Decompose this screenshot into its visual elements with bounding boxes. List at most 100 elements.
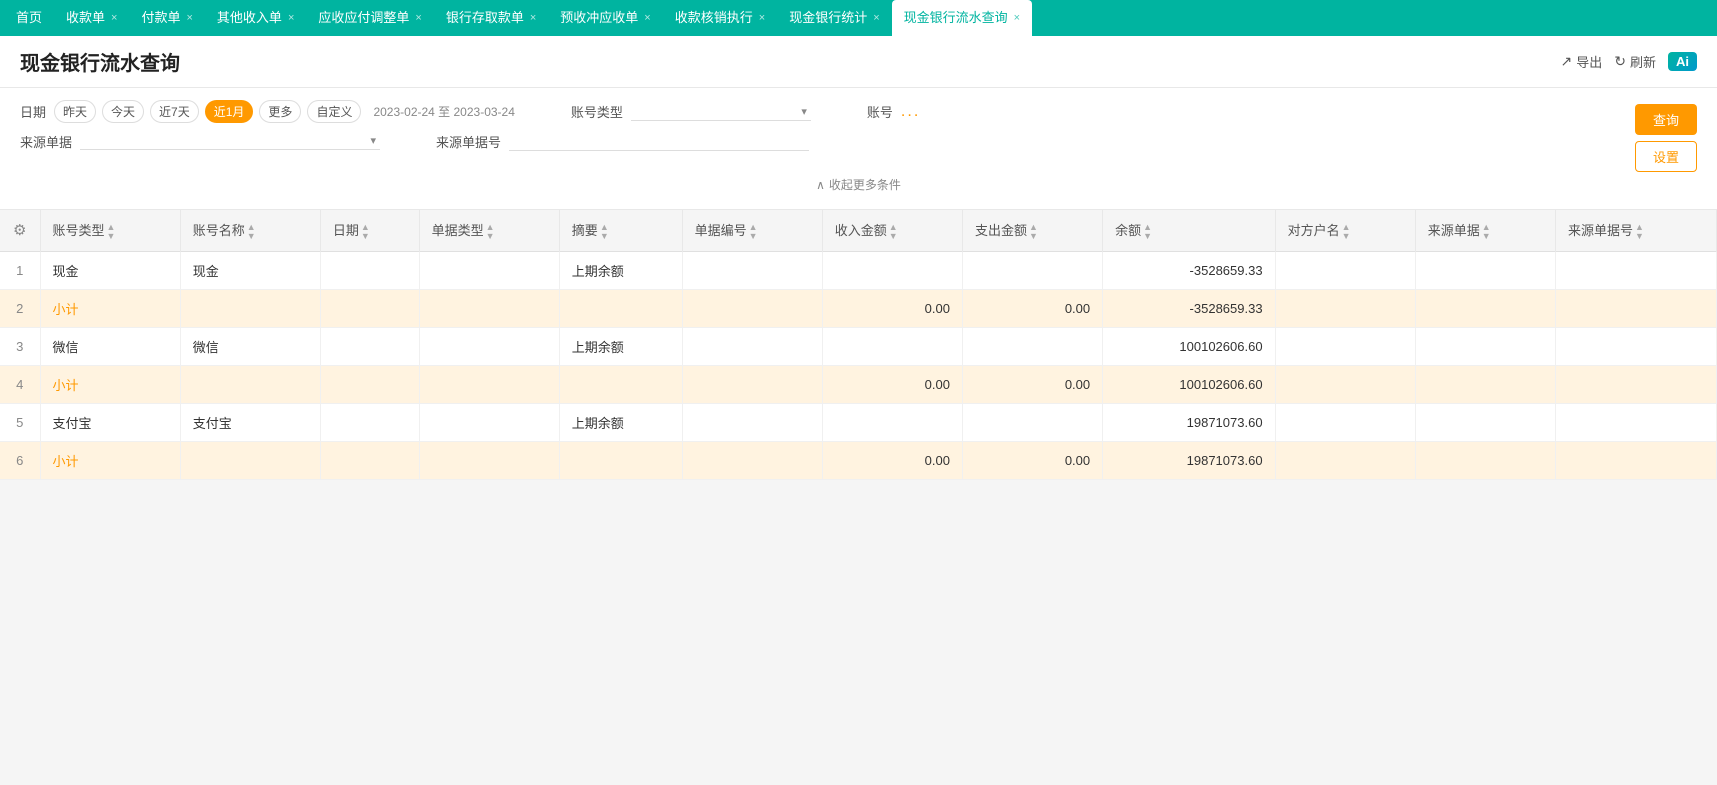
th-account-name[interactable]: 账号名称▲▼ (180, 210, 320, 251)
date-range: 2023-02-24 至 2023-03-24 (373, 103, 514, 120)
table-cell (320, 441, 419, 479)
right-buttons: 查询 设置 (1635, 100, 1697, 172)
table-cell (180, 441, 320, 479)
data-table: ⚙ 账号类型▲▼ 账号名称▲▼ 日期▲▼ 单据类型▲▼ 摘要▲▼ (0, 210, 1717, 480)
account-type-group: 账号类型 ▾ (571, 102, 811, 121)
date-more[interactable]: 更多 (259, 100, 301, 123)
table-cell (320, 289, 419, 327)
collapse-bar[interactable]: ∧ 收起更多条件 (20, 172, 1697, 201)
close-icon[interactable]: × (415, 0, 421, 36)
collapse-icon: ∧ (816, 178, 825, 192)
table-row: 6小计0.000.0019871073.60 (0, 441, 1717, 479)
table-row: 5支付宝支付宝上期余额19871073.60 (0, 403, 1717, 441)
th-doc-type[interactable]: 单据类型▲▼ (419, 210, 559, 251)
table-cell: 0.00 (962, 441, 1102, 479)
table-cell (419, 327, 559, 365)
table-cell (1275, 289, 1415, 327)
table-cell (1415, 365, 1555, 403)
date-today[interactable]: 今天 (102, 100, 144, 123)
table-cell: 上期余额 (559, 403, 682, 441)
table-cell: 19871073.60 (1103, 441, 1275, 479)
nav-home[interactable]: 首页 (4, 0, 54, 36)
account-group: 账号 ... (867, 102, 920, 121)
close-icon[interactable]: × (530, 0, 536, 36)
table-cell: 支付宝 (40, 403, 180, 441)
nav-payment[interactable]: 付款单 × (129, 0, 204, 36)
table-cell (1275, 251, 1415, 289)
chevron-down-icon: ▾ (370, 134, 376, 147)
th-doc-no[interactable]: 单据编号▲▼ (682, 210, 822, 251)
nav-prepay[interactable]: 预收冲应收单 × (548, 0, 662, 36)
table-cell (682, 251, 822, 289)
sort-icon: ▲▼ (1635, 223, 1644, 241)
close-icon[interactable]: × (873, 0, 879, 36)
table-cell: 0.00 (822, 289, 962, 327)
table-cell (1415, 251, 1555, 289)
sort-icon: ▲▼ (1143, 223, 1152, 241)
table-cell (1555, 365, 1716, 403)
sort-icon: ▲▼ (107, 223, 116, 241)
close-icon[interactable]: × (111, 0, 117, 36)
filter-row-2: 来源单据 ▾ 来源单据号 (20, 131, 1635, 151)
th-income[interactable]: 收入金额▲▼ (822, 210, 962, 251)
th-date[interactable]: 日期▲▼ (320, 210, 419, 251)
account-type-label: 账号类型 (571, 102, 623, 121)
nav-adjustment[interactable]: 应收应付调整单 × (306, 0, 433, 36)
th-account-type[interactable]: 账号类型▲▼ (40, 210, 180, 251)
sort-icon: ▲▼ (486, 223, 495, 241)
nav-other-income[interactable]: 其他收入单 × (205, 0, 306, 36)
th-summary[interactable]: 摘要▲▼ (559, 210, 682, 251)
nav-verify[interactable]: 收款核销执行 × (663, 0, 777, 36)
date-yesterday[interactable]: 昨天 (54, 100, 96, 123)
th-expense[interactable]: 支出金额▲▼ (962, 210, 1102, 251)
date-7days[interactable]: 近7天 (150, 100, 199, 123)
th-balance[interactable]: 余额▲▼ (1103, 210, 1275, 251)
dots-button[interactable]: ... (901, 103, 920, 121)
table-cell (1555, 327, 1716, 365)
filter-area: 日期 昨天 今天 近7天 近1月 更多 自定义 2023-02-24 至 202… (0, 88, 1717, 210)
table-cell (1555, 289, 1716, 327)
export-button[interactable]: ↗ 导出 (1561, 52, 1603, 71)
chevron-down-icon: ▾ (801, 105, 807, 118)
refresh-button[interactable]: ↻ 刷新 (1614, 52, 1656, 71)
sort-icon: ▲▼ (600, 223, 609, 241)
account-type-select[interactable]: ▾ (631, 103, 811, 121)
th-source-doc-no[interactable]: 来源单据号▲▼ (1555, 210, 1716, 251)
date-options: 昨天 今天 近7天 近1月 更多 自定义 (54, 100, 361, 123)
query-button[interactable]: 查询 (1635, 104, 1697, 135)
refresh-icon: ↻ (1614, 53, 1626, 70)
ai-badge[interactable]: Ai (1668, 52, 1697, 71)
close-icon[interactable]: × (288, 0, 294, 36)
table-cell: 微信 (40, 327, 180, 365)
settings-button[interactable]: 设置 (1635, 141, 1697, 172)
table-cell (419, 365, 559, 403)
table-cell (559, 365, 682, 403)
close-icon[interactable]: × (644, 0, 650, 36)
table-cell (320, 365, 419, 403)
table-cell: 1 (0, 251, 40, 289)
close-icon[interactable]: × (186, 0, 192, 36)
source-doc-select[interactable]: ▾ (80, 132, 380, 150)
gear-icon[interactable]: ⚙ (13, 222, 26, 239)
close-icon[interactable]: × (759, 0, 765, 36)
date-1month[interactable]: 近1月 (205, 100, 254, 123)
th-gear[interactable]: ⚙ (0, 210, 40, 251)
nav-stats[interactable]: 现金银行统计 × (777, 0, 891, 36)
nav-bank-deposit[interactable]: 银行存取款单 × (434, 0, 548, 36)
table-header-row: ⚙ 账号类型▲▼ 账号名称▲▼ 日期▲▼ 单据类型▲▼ 摘要▲▼ (0, 210, 1717, 251)
th-source-doc[interactable]: 来源单据▲▼ (1415, 210, 1555, 251)
th-counterpart[interactable]: 对方户名▲▼ (1275, 210, 1415, 251)
date-filter-group: 日期 昨天 今天 近7天 近1月 更多 自定义 2023-02-24 至 202… (20, 100, 515, 123)
table-cell (180, 365, 320, 403)
source-doc-no-input[interactable] (509, 131, 809, 151)
table-cell: 微信 (180, 327, 320, 365)
close-icon[interactable]: × (1014, 0, 1020, 36)
table-row: 3微信微信上期余额100102606.60 (0, 327, 1717, 365)
table-cell (559, 289, 682, 327)
table-container: ⚙ 账号类型▲▼ 账号名称▲▼ 日期▲▼ 单据类型▲▼ 摘要▲▼ (0, 210, 1717, 480)
nav-cashflow[interactable]: 现金银行流水查询 × (892, 0, 1032, 36)
date-custom[interactable]: 自定义 (307, 100, 361, 123)
table-cell (682, 365, 822, 403)
nav-receipt[interactable]: 收款单 × (54, 0, 129, 36)
table-cell (822, 327, 962, 365)
